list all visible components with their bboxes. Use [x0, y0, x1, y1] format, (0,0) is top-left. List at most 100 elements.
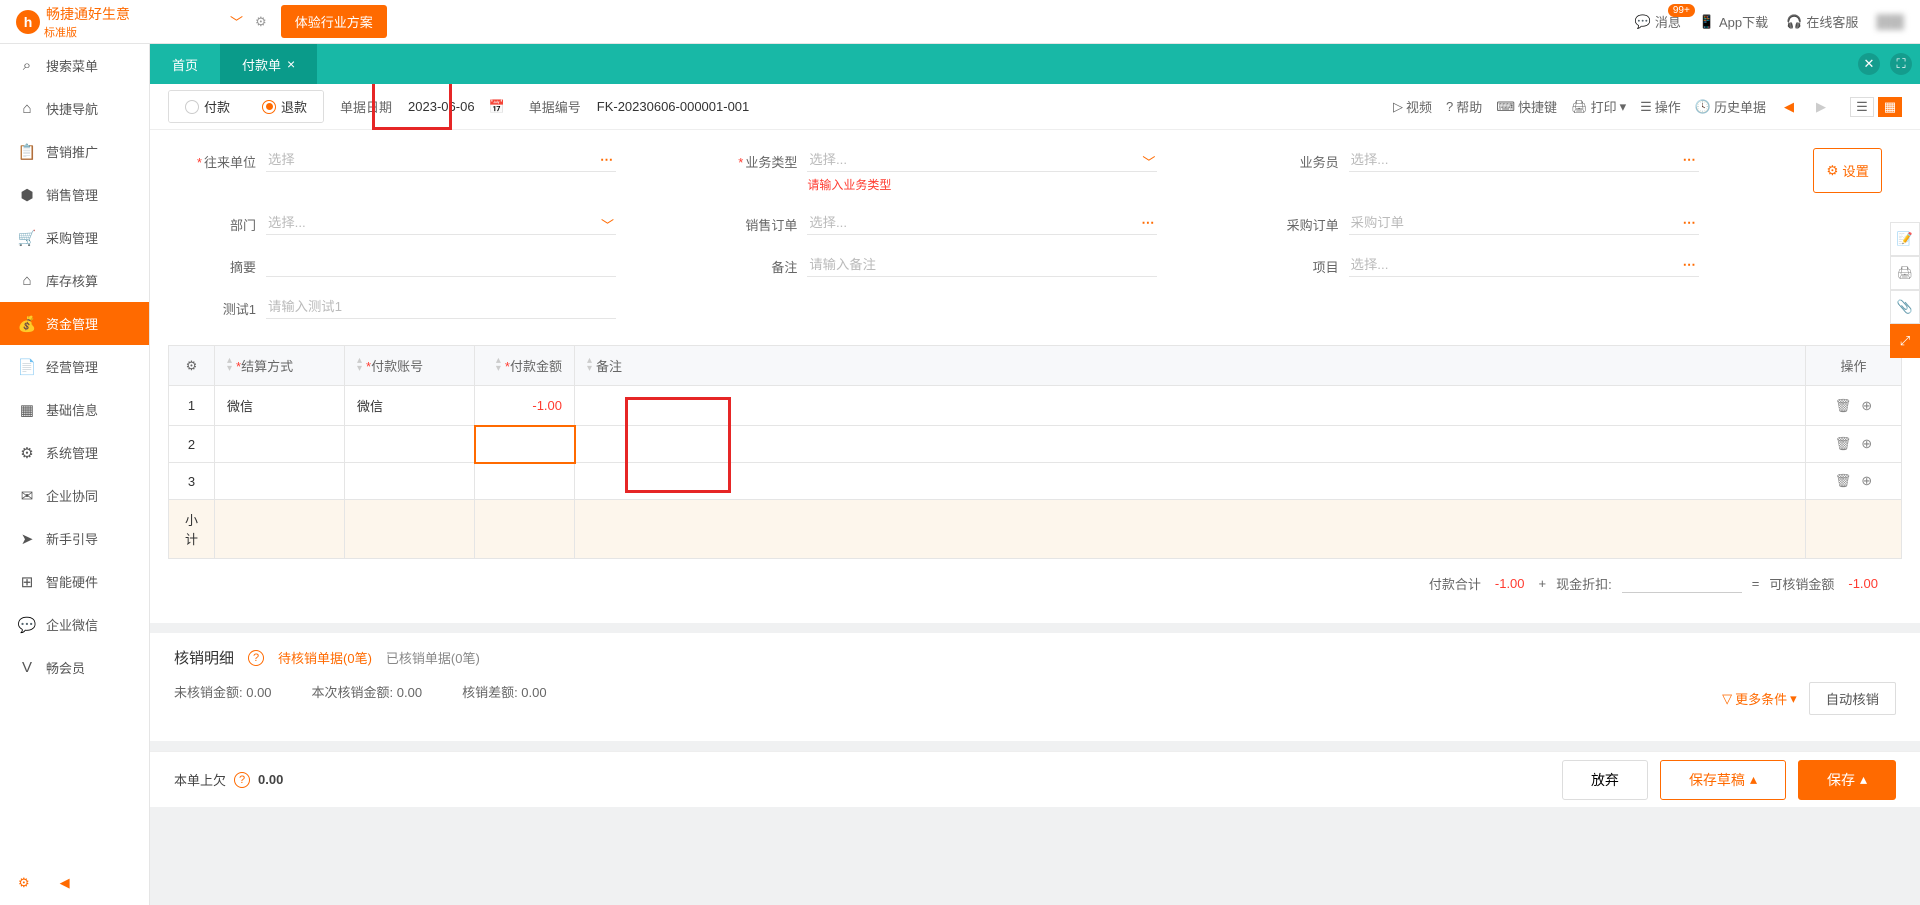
video-link[interactable]: ▷视频 — [1393, 97, 1432, 116]
sidebar-item-10[interactable]: ✉企业协同 — [0, 474, 149, 517]
sidebar-item-13[interactable]: 💬企业微信 — [0, 603, 149, 646]
sidebar-item-0[interactable]: ⌕搜索菜单 — [0, 44, 149, 87]
clerk-input[interactable] — [1349, 148, 1699, 172]
chevron-down-icon[interactable]: ﹀ — [601, 215, 614, 234]
info-icon[interactable]: ? — [234, 772, 250, 788]
tab-close-all-button[interactable]: ✕ — [1858, 53, 1880, 75]
lookup-icon[interactable]: ⋯ — [1683, 215, 1697, 231]
operate-link[interactable]: ☰操作 — [1640, 97, 1681, 116]
sidebar-item-9[interactable]: ⚙系统管理 — [0, 431, 149, 474]
save-button[interactable]: 保存▴ — [1798, 760, 1896, 800]
sales-order-input[interactable] — [807, 211, 1157, 235]
sidebar-item-8[interactable]: ▦基础信息 — [0, 388, 149, 431]
sidebar-item-2[interactable]: 📋营销推广 — [0, 130, 149, 173]
gear-icon[interactable]: ⚙ — [255, 14, 267, 30]
table-row[interactable]: 1微信微信-1.00🗑⊕ — [169, 386, 1902, 426]
col-remark[interactable]: ▴▾备注 — [575, 346, 1806, 386]
view-form-button[interactable]: ▦ — [1878, 97, 1902, 117]
lookup-icon[interactable]: ⋯ — [600, 152, 614, 168]
col-amount[interactable]: ▴▾*付款金额 — [475, 346, 575, 386]
gear-column-header[interactable]: ⚙ — [169, 346, 215, 386]
add-row-icon[interactable]: ⊕ — [1861, 473, 1872, 489]
sidebar-item-3[interactable]: ⬢销售管理 — [0, 173, 149, 216]
discard-button[interactable]: 放弃 — [1562, 760, 1648, 800]
cell-remark[interactable] — [575, 386, 1806, 426]
test1-input[interactable] — [266, 295, 616, 319]
lookup-icon[interactable]: ⋯ — [1683, 152, 1697, 168]
rail-print-button[interactable]: 🖨 — [1890, 256, 1920, 290]
col-settle[interactable]: ▴▾*结算方式 — [215, 346, 345, 386]
sidebar-item-4[interactable]: 🛒采购管理 — [0, 216, 149, 259]
tab-done[interactable]: 已核销单据(0笔) — [386, 648, 480, 667]
view-list-button[interactable]: ☰ — [1850, 97, 1874, 117]
biztype-input[interactable] — [807, 148, 1157, 172]
app-download-link[interactable]: 📱App下载 — [1699, 12, 1768, 31]
messages-link[interactable]: 💬 消息 99+ — [1635, 12, 1681, 31]
add-row-icon[interactable]: ⊕ — [1861, 436, 1872, 452]
cell-amount[interactable]: -1.00 — [475, 386, 575, 426]
cell-settle[interactable] — [215, 426, 345, 463]
cell-remark[interactable] — [575, 426, 1806, 463]
help-link[interactable]: ?帮助 — [1446, 97, 1482, 116]
calendar-icon[interactable]: 📅 — [489, 99, 505, 115]
dept-input[interactable] — [266, 211, 616, 235]
lookup-icon[interactable]: ⋯ — [1141, 215, 1155, 231]
cell-remark[interactable] — [575, 463, 1806, 500]
sidebar-item-11[interactable]: ➤新手引导 — [0, 517, 149, 560]
tab-pending[interactable]: 待核销单据(0笔) — [278, 648, 372, 667]
settings-gear-icon[interactable]: ⚙ — [18, 875, 30, 891]
company-select[interactable]: ﹀ — [170, 12, 243, 31]
rail-note-button[interactable]: 📝 — [1890, 222, 1920, 256]
delete-row-icon[interactable]: 🗑 — [1835, 398, 1852, 414]
prev-doc-button[interactable]: ◀ — [1780, 99, 1798, 115]
purchase-order-input[interactable] — [1349, 211, 1699, 235]
tab-1[interactable]: 付款单× — [220, 44, 317, 84]
project-input[interactable] — [1349, 253, 1699, 277]
tab-0[interactable]: 首页 — [150, 44, 220, 84]
collapse-icon[interactable]: ◀ — [60, 875, 70, 891]
settings-button[interactable]: ⚙设置 — [1813, 148, 1882, 193]
info-icon[interactable]: ? — [248, 650, 264, 666]
auto-writeoff-button[interactable]: 自动核销 — [1809, 682, 1896, 715]
save-draft-button[interactable]: 保存草稿▴ — [1660, 760, 1786, 800]
rail-expand-button[interactable]: ⤢ — [1890, 324, 1920, 358]
close-icon[interactable]: × — [287, 56, 295, 72]
more-conditions-link[interactable]: ▽更多条件▾ — [1722, 689, 1797, 708]
lookup-icon[interactable]: ⋯ — [1683, 257, 1697, 273]
cash-discount-input[interactable] — [1622, 573, 1742, 593]
cell-account[interactable] — [345, 463, 475, 500]
table-row[interactable]: 2🗑⊕ — [169, 426, 1902, 463]
online-service-link[interactable]: 🎧在线客服 — [1786, 12, 1858, 31]
cell-amount[interactable] — [475, 426, 575, 463]
sidebar-item-14[interactable]: V畅会员 — [0, 646, 149, 689]
chevron-down-icon[interactable]: ﹀ — [1142, 152, 1155, 171]
shortcut-link[interactable]: ⌨快捷键 — [1496, 97, 1557, 116]
radio-payment[interactable]: 付款 — [169, 91, 246, 122]
radio-refund[interactable]: 退款 — [246, 91, 323, 122]
sidebar-item-7[interactable]: 📄经营管理 — [0, 345, 149, 388]
cell-settle[interactable]: 微信 — [215, 386, 345, 426]
add-row-icon[interactable]: ⊕ — [1861, 398, 1872, 414]
sidebar-item-5[interactable]: ⌂库存核算 — [0, 259, 149, 302]
cell-amount[interactable] — [475, 463, 575, 500]
date-value[interactable]: 2023-06-06 — [408, 99, 475, 114]
remark-input[interactable] — [807, 253, 1157, 277]
vendor-input[interactable] — [266, 148, 616, 172]
table-row[interactable]: 3🗑⊕ — [169, 463, 1902, 500]
cell-settle[interactable] — [215, 463, 345, 500]
rail-attach-button[interactable]: 📎 — [1890, 290, 1920, 324]
cell-account[interactable] — [345, 426, 475, 463]
summary-input[interactable] — [266, 253, 616, 277]
sidebar-item-6[interactable]: 💰资金管理 — [0, 302, 149, 345]
tab-fullscreen-button[interactable]: ⛶ — [1890, 53, 1912, 75]
next-doc-button[interactable]: ▶ — [1812, 99, 1830, 115]
cell-account[interactable]: 微信 — [345, 386, 475, 426]
sidebar-item-1[interactable]: ⌂快捷导航 — [0, 87, 149, 130]
user-avatar[interactable]: ███ — [1876, 14, 1904, 29]
experience-plan-button[interactable]: 体验行业方案 — [281, 5, 387, 38]
delete-row-icon[interactable]: 🗑 — [1835, 473, 1852, 489]
history-link[interactable]: 🕓历史单据 — [1695, 97, 1766, 116]
sidebar-item-12[interactable]: ⊞智能硬件 — [0, 560, 149, 603]
col-account[interactable]: ▴▾*付款账号 — [345, 346, 475, 386]
delete-row-icon[interactable]: 🗑 — [1835, 436, 1852, 452]
